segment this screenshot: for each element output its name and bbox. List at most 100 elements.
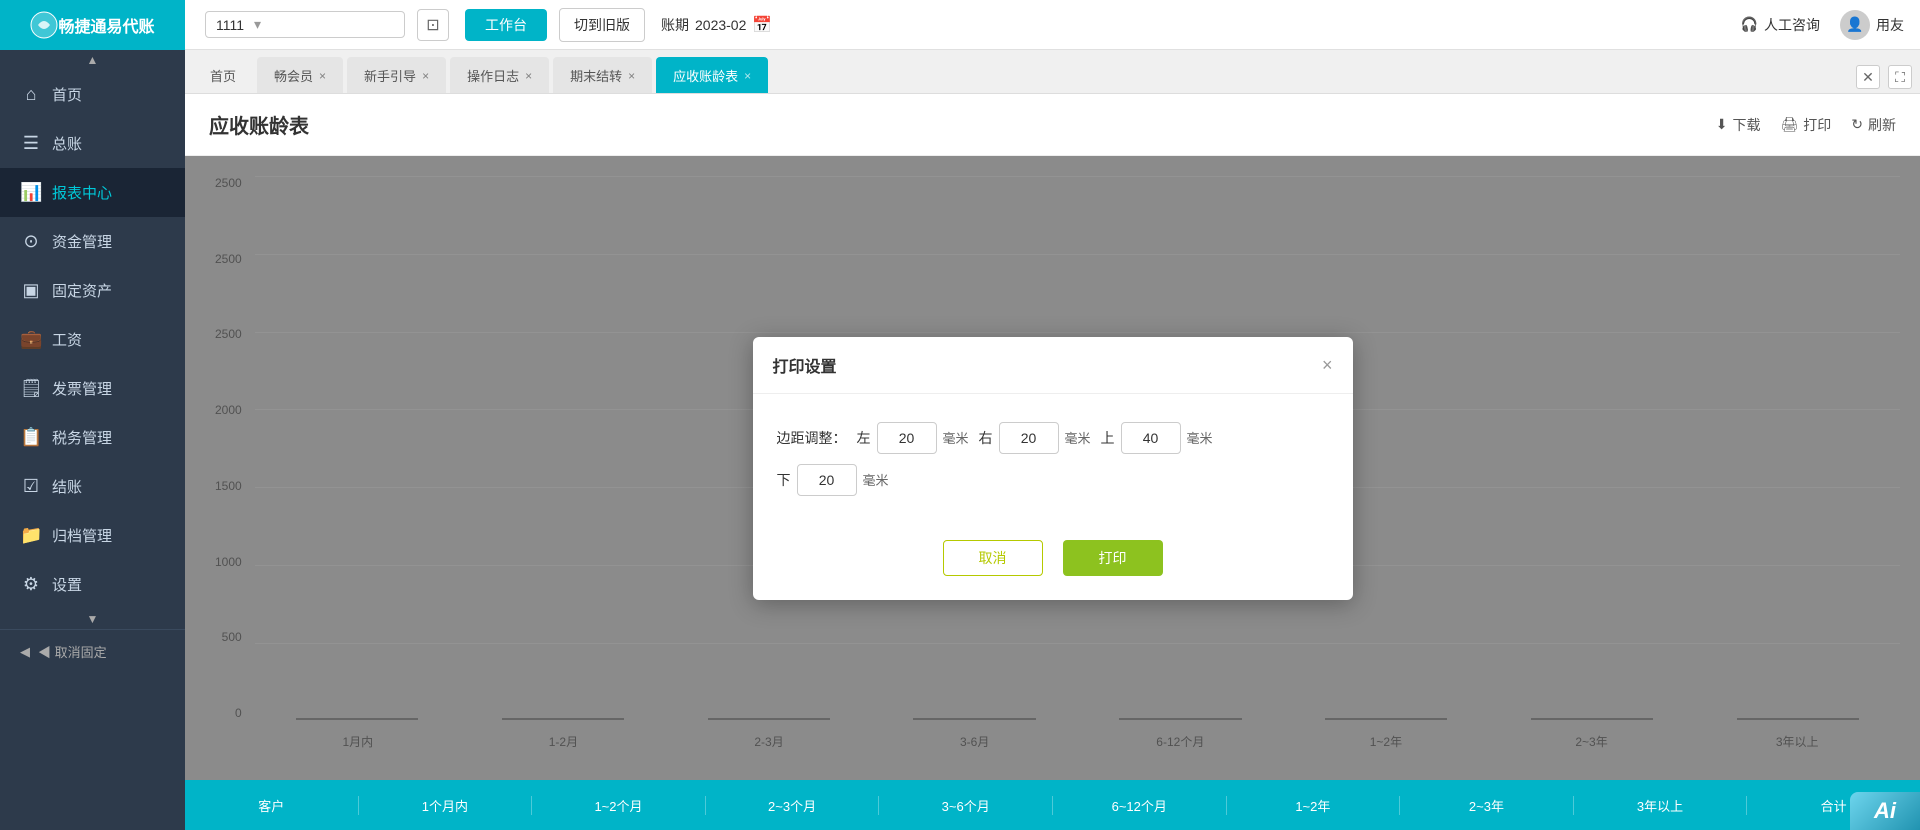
copy-icon: ⊡ <box>426 15 439 35</box>
tabs-bar: 首页 畅会员 × 新手引导 × 操作日志 × 期末结转 × <box>185 50 1920 94</box>
page-title: 应收账龄表 <box>209 110 309 139</box>
sidebar-label-ledger: 总账 <box>52 133 82 154</box>
modal-footer: 取消 打印 <box>753 524 1353 600</box>
user-button[interactable]: 👤 用友 <box>1840 10 1904 40</box>
right-label: 右 <box>979 428 993 448</box>
tab-oplog-label: 操作日志 <box>467 66 519 85</box>
tab-member[interactable]: 畅会员 × <box>257 57 343 93</box>
refresh-button[interactable]: ↻ 刷新 <box>1851 115 1896 135</box>
col-3plus-year: 3年以上 <box>1574 796 1748 815</box>
sidebar-item-archive[interactable]: 📁 归档管理 <box>0 511 185 560</box>
assets-icon: ▣ <box>20 280 42 301</box>
page-header: 应收账龄表 ⬇ 下载 🖨 打印 ↻ 刷新 <box>185 94 1920 156</box>
copy-button[interactable]: ⊡ <box>417 9 449 41</box>
calendar-icon[interactable]: 📅 <box>752 15 772 35</box>
tab-aging[interactable]: 应收账龄表 × <box>656 57 768 93</box>
payroll-icon: 💼 <box>20 329 42 350</box>
print-settings-modal: 打印设置 × 边距调整： 左 毫米 <box>753 337 1353 600</box>
tab-member-close[interactable]: × <box>319 69 326 83</box>
sidebar-scroll-up[interactable]: ▲ <box>0 50 185 70</box>
sidebar-item-funds[interactable]: ⊙ 资金管理 <box>0 217 185 266</box>
user-icon: 👤 <box>1846 16 1863 33</box>
sidebar-label-assets: 固定资产 <box>52 280 112 301</box>
sidebar-label-checkout: 结账 <box>52 476 82 497</box>
home-icon: ⌂ <box>20 84 42 105</box>
col-3-6month: 3~6个月 <box>879 796 1053 815</box>
maximize-icon: ⛶ <box>1895 69 1905 86</box>
top-label: 上 <box>1101 428 1115 448</box>
left-label: 左 <box>857 428 871 448</box>
confirm-print-button[interactable]: 打印 <box>1063 540 1163 576</box>
right-unit: 毫米 <box>1065 428 1091 447</box>
workbench-button[interactable]: 工作台 <box>465 9 547 41</box>
logo-icon <box>30 11 58 39</box>
sidebar-item-ledger[interactable]: ☰ 总账 <box>0 119 185 168</box>
sidebar-label-home: 首页 <box>52 84 82 105</box>
ai-badge-text: Ai <box>1874 798 1896 823</box>
modal-title: 打印设置 <box>773 353 837 377</box>
sidebar-scroll-down[interactable]: ▼ <box>0 609 185 629</box>
tab-guide-close[interactable]: × <box>422 69 429 83</box>
sidebar-item-reports[interactable]: 📊 报表中心 <box>0 168 185 217</box>
cancel-button[interactable]: 取消 <box>943 540 1043 576</box>
tab-period-end-label: 期末结转 <box>570 66 622 85</box>
bottom-unit: 毫米 <box>863 470 889 489</box>
archive-icon: 📁 <box>20 525 42 546</box>
headset-icon: 🎧 <box>1741 16 1758 33</box>
company-selector[interactable]: 1111 ▾ <box>205 11 405 38</box>
tab-home[interactable]: 首页 <box>193 57 253 93</box>
period-info: 账期 2023-02 📅 <box>661 15 772 35</box>
download-icon: ⬇ <box>1716 116 1728 133</box>
margin-top-input[interactable] <box>1121 422 1181 454</box>
sidebar-item-settings[interactable]: ⚙ 设置 <box>0 560 185 609</box>
margin-left-input[interactable] <box>877 422 937 454</box>
col-customer: 客户 <box>185 796 359 815</box>
left-unit: 毫米 <box>943 428 969 447</box>
tab-period-end[interactable]: 期末结转 × <box>553 57 652 93</box>
page-actions: ⬇ 下载 🖨 打印 ↻ 刷新 <box>1716 115 1896 135</box>
ledger-icon: ☰ <box>20 133 42 154</box>
col-6-12month: 6~12个月 <box>1053 796 1227 815</box>
checkout-icon: ☑ <box>20 476 42 497</box>
company-area: 1111 ▾ ⊡ 工作台 切到旧版 账期 2023-02 📅 <box>205 8 1741 42</box>
period-label: 账期 <box>661 15 689 35</box>
sidebar-item-tax[interactable]: 📋 税务管理 <box>0 413 185 462</box>
tab-period-end-close[interactable]: × <box>628 69 635 83</box>
download-label: 下载 <box>1732 115 1760 135</box>
print-label: 打印 <box>1803 115 1831 135</box>
margin-right-input[interactable] <box>999 422 1059 454</box>
modal-body: 边距调整： 左 毫米 右 毫米 <box>753 394 1353 524</box>
margin-row: 边距调整： 左 毫米 右 毫米 <box>777 422 1329 496</box>
tab-oplog[interactable]: 操作日志 × <box>450 57 549 93</box>
tab-aging-close[interactable]: × <box>744 69 751 83</box>
sidebar-item-invoice[interactable]: 🗒 发票管理 <box>0 364 185 413</box>
modal-close-button[interactable]: × <box>1322 356 1333 374</box>
sidebar-item-home[interactable]: ⌂ 首页 <box>0 70 185 119</box>
sidebar-item-payroll[interactable]: 💼 工资 <box>0 315 185 364</box>
tab-oplog-close[interactable]: × <box>525 69 532 83</box>
tab-guide-label: 新手引导 <box>364 66 416 85</box>
sidebar-item-assets[interactable]: ▣ 固定资产 <box>0 266 185 315</box>
sidebar-item-checkout[interactable]: ☑ 结账 <box>0 462 185 511</box>
switch-version-button[interactable]: 切到旧版 <box>559 8 645 42</box>
maximize-tab-button[interactable]: ⛶ <box>1888 65 1912 89</box>
tab-aging-label: 应收账龄表 <box>673 66 738 85</box>
refresh-icon: ↻ <box>1851 116 1863 133</box>
logo: 畅捷通易代账 <box>0 0 185 50</box>
consult-button[interactable]: 🎧 人工咨询 <box>1741 15 1820 35</box>
margin-bottom-group: 下 毫米 <box>777 464 889 496</box>
ai-badge[interactable]: Ai <box>1850 792 1920 830</box>
download-button[interactable]: ⬇ 下载 <box>1716 115 1761 135</box>
avatar: 👤 <box>1840 10 1870 40</box>
close-tab-button[interactable]: ✕ <box>1856 65 1880 89</box>
header-right: 🎧 人工咨询 👤 用友 <box>1741 10 1904 40</box>
tab-guide[interactable]: 新手引导 × <box>347 57 446 93</box>
print-button[interactable]: 🖨 打印 <box>1780 115 1831 135</box>
company-name: 1111 <box>216 17 244 33</box>
sidebar-unpin-button[interactable]: ◀ ◀ 取消固定 <box>0 629 185 673</box>
modal-overlay: 打印设置 × 边距调整： 左 毫米 <box>185 156 1920 780</box>
funds-icon: ⊙ <box>20 231 42 252</box>
bottom-table: 客户 1个月内 1~2个月 2~3个月 3~6个月 6~12个月 1~2年 2~… <box>185 780 1920 830</box>
margin-bottom-input[interactable] <box>797 464 857 496</box>
margin-right-group: 右 毫米 <box>979 422 1091 454</box>
